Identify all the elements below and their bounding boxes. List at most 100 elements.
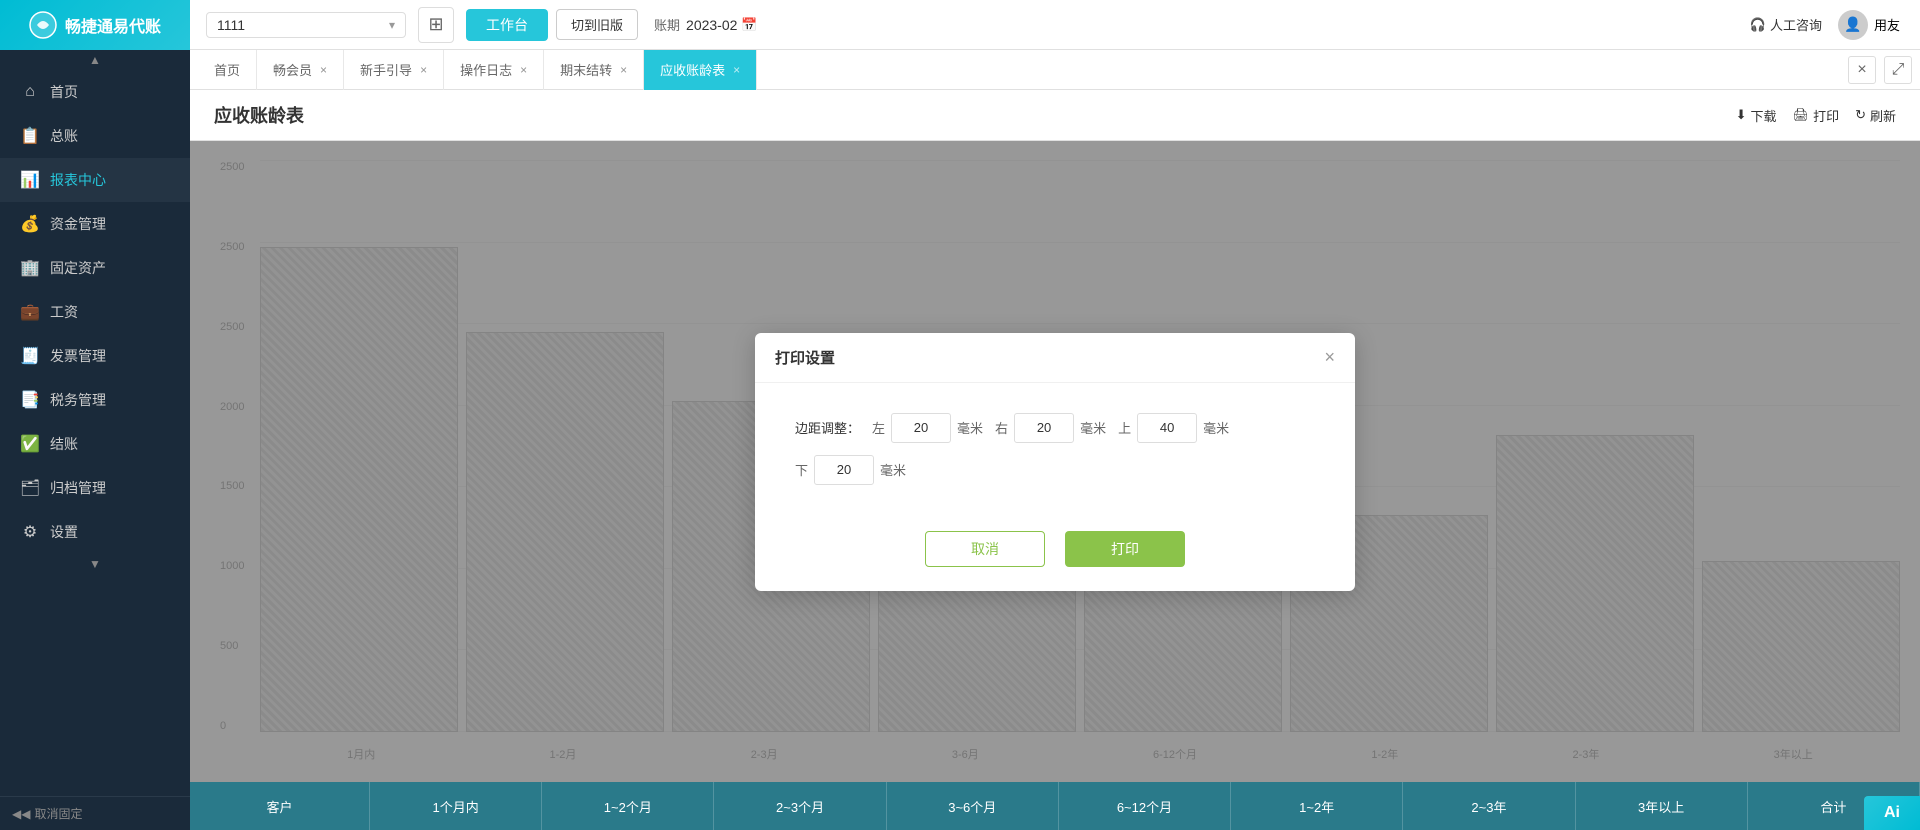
margin-top-input[interactable]: [1137, 413, 1197, 443]
maximize-tab-button[interactable]: ⤢: [1884, 56, 1912, 84]
sidebar-scroll-down[interactable]: ▼: [0, 554, 190, 574]
cancel-button[interactable]: 取消: [925, 531, 1045, 567]
sidebar-label-invoice: 发票管理: [50, 346, 106, 366]
user-area[interactable]: 👤 用友: [1838, 10, 1900, 40]
assets-icon: 🏢: [20, 258, 40, 278]
tab-home-label: 首页: [214, 60, 240, 79]
margin-label: 边距调整：: [795, 418, 860, 437]
company-name: 1111: [217, 17, 381, 33]
tab-member-close[interactable]: ×: [320, 63, 327, 77]
sidebar-item-funds[interactable]: 💰 资金管理: [0, 202, 190, 246]
col-1-2year: 1~2年: [1231, 782, 1403, 830]
company-selector[interactable]: 1111 ▾: [206, 12, 406, 38]
tabs-actions: × ⤢: [1848, 56, 1912, 84]
sidebar-label-closing: 结账: [50, 434, 78, 454]
sidebar-collapse-button[interactable]: ◀◀ 取消固定: [0, 796, 190, 830]
download-button[interactable]: ⬇ 下载: [1736, 106, 1777, 125]
tab-oplog-close[interactable]: ×: [520, 63, 527, 77]
period-label: 账期: [654, 15, 680, 34]
tab-ar-aging[interactable]: 应收账龄表 ×: [644, 50, 757, 90]
tab-period-end[interactable]: 期末结转 ×: [544, 50, 644, 90]
tab-member-label: 畅会员: [273, 60, 312, 79]
tab-guide-label: 新手引导: [360, 60, 412, 79]
tab-home[interactable]: 首页: [198, 50, 257, 90]
sidebar-item-payroll[interactable]: 💼 工资: [0, 290, 190, 334]
page-title: 应收账龄表: [214, 102, 304, 128]
avatar: 👤: [1838, 10, 1868, 40]
settings-icon: ⚙: [20, 522, 40, 542]
sidebar-label-home: 首页: [50, 82, 78, 102]
payroll-icon: 💼: [20, 302, 40, 322]
close-tab-button[interactable]: ×: [1848, 56, 1876, 84]
user-avatar-icon: 👤: [1844, 16, 1861, 33]
tab-ar-aging-label: 应收账龄表: [660, 60, 725, 79]
sidebar: ▲ ⌂ 首页 📋 总账 📊 报表中心 💰 资金管理 🏢 固定资产 💼 工资 🧾 …: [0, 50, 190, 830]
tax-icon: 📑: [20, 390, 40, 410]
app-name: 畅捷通易代账: [65, 13, 161, 37]
left-direction-label: 左: [872, 418, 885, 437]
switch-version-button[interactable]: 切到旧版: [556, 9, 638, 40]
modal-close-button[interactable]: ×: [1324, 348, 1335, 366]
calendar-icon[interactable]: 📅: [741, 17, 757, 33]
left-unit-label: 毫米: [957, 418, 983, 437]
sidebar-item-assets[interactable]: 🏢 固定资产: [0, 246, 190, 290]
tabs-bar: 首页 畅会员 × 新手引导 × 操作日志 × 期末结转 × 应收账龄表 ×: [190, 50, 1920, 90]
col-3plus-year: 3年以上: [1576, 782, 1748, 830]
ai-label: Ai: [1884, 804, 1900, 821]
page-actions: ⬇ 下载 🖨 打印 ↻ 刷新: [1736, 106, 1896, 125]
cloud-icon: ⊞: [428, 14, 443, 35]
sidebar-label-archive: 归档管理: [50, 478, 106, 498]
workbench-button[interactable]: 工作台: [466, 9, 548, 41]
top-header: 畅捷通易代账 1111 ▾ ⊞ 工作台 切到旧版 账期 2023-02 📅 🎧 …: [0, 0, 1920, 50]
tab-guide[interactable]: 新手引导 ×: [344, 50, 444, 90]
margin-row: 边距调整： 左 毫米 右 毫米: [795, 413, 1315, 485]
home-icon: ⌂: [20, 83, 40, 101]
tab-member[interactable]: 畅会员 ×: [257, 50, 344, 90]
chart-area: 0 500 1000 1500 2000 2500 2500 2500: [190, 141, 1920, 782]
sidebar-item-settings[interactable]: ⚙ 设置: [0, 510, 190, 554]
sidebar-item-closing[interactable]: ✅ 结账: [0, 422, 190, 466]
tab-oplog[interactable]: 操作日志 ×: [444, 50, 544, 90]
margin-left-input[interactable]: [891, 413, 951, 443]
sidebar-item-tax[interactable]: 📑 税务管理: [0, 378, 190, 422]
col-customer: 客户: [190, 782, 370, 830]
print-settings-modal: 打印设置 × 边距调整： 左 毫米: [755, 333, 1355, 591]
modal-body: 边距调整： 左 毫米 右 毫米: [755, 383, 1355, 515]
margin-bottom-input[interactable]: [814, 455, 874, 485]
page-header: 应收账龄表 ⬇ 下载 🖨 打印 ↻ 刷新: [190, 90, 1920, 141]
tab-guide-close[interactable]: ×: [420, 63, 427, 77]
page-content: 0 500 1000 1500 2000 2500 2500 2500: [190, 141, 1920, 830]
sidebar-item-invoice[interactable]: 🧾 发票管理: [0, 334, 190, 378]
tab-period-end-close[interactable]: ×: [620, 63, 627, 77]
tab-period-end-label: 期末结转: [560, 60, 612, 79]
top-unit-label: 毫米: [1203, 418, 1229, 437]
logo-area: 畅捷通易代账: [0, 0, 190, 50]
margin-top-group: 上 毫米: [1118, 413, 1229, 443]
ai-badge[interactable]: Ai: [1864, 796, 1920, 830]
margin-right-input[interactable]: [1014, 413, 1074, 443]
refresh-button[interactable]: ↻ 刷新: [1855, 106, 1896, 125]
sidebar-label-settings: 设置: [50, 522, 78, 542]
chevron-down-icon: ▾: [389, 18, 395, 32]
refresh-icon: ↻: [1855, 107, 1866, 123]
sidebar-item-reports[interactable]: 📊 报表中心: [0, 158, 190, 202]
sidebar-scroll-up[interactable]: ▲: [0, 50, 190, 70]
col-1month: 1个月内: [370, 782, 542, 830]
sidebar-label-ledger: 总账: [50, 126, 78, 146]
sidebar-item-home[interactable]: ⌂ 首页: [0, 70, 190, 114]
sidebar-item-ledger[interactable]: 📋 总账: [0, 114, 190, 158]
print-button[interactable]: 🖨 打印: [1793, 106, 1840, 125]
invoice-icon: 🧾: [20, 346, 40, 366]
refresh-label: 刷新: [1870, 106, 1896, 125]
support-button[interactable]: 🎧 人工咨询: [1750, 15, 1822, 34]
sidebar-label-assets: 固定资产: [50, 258, 106, 278]
download-icon: ⬇: [1736, 107, 1747, 123]
modal-footer: 取消 打印: [755, 515, 1355, 591]
margin-bottom-group: 下 毫米: [795, 455, 906, 485]
logo-icon: [29, 11, 57, 39]
cloud-button[interactable]: ⊞: [418, 7, 454, 43]
confirm-print-button[interactable]: 打印: [1065, 531, 1185, 567]
sidebar-item-archive[interactable]: 🗂 归档管理: [0, 466, 190, 510]
col-2-3year: 2~3年: [1403, 782, 1575, 830]
tab-ar-aging-close[interactable]: ×: [733, 63, 740, 77]
